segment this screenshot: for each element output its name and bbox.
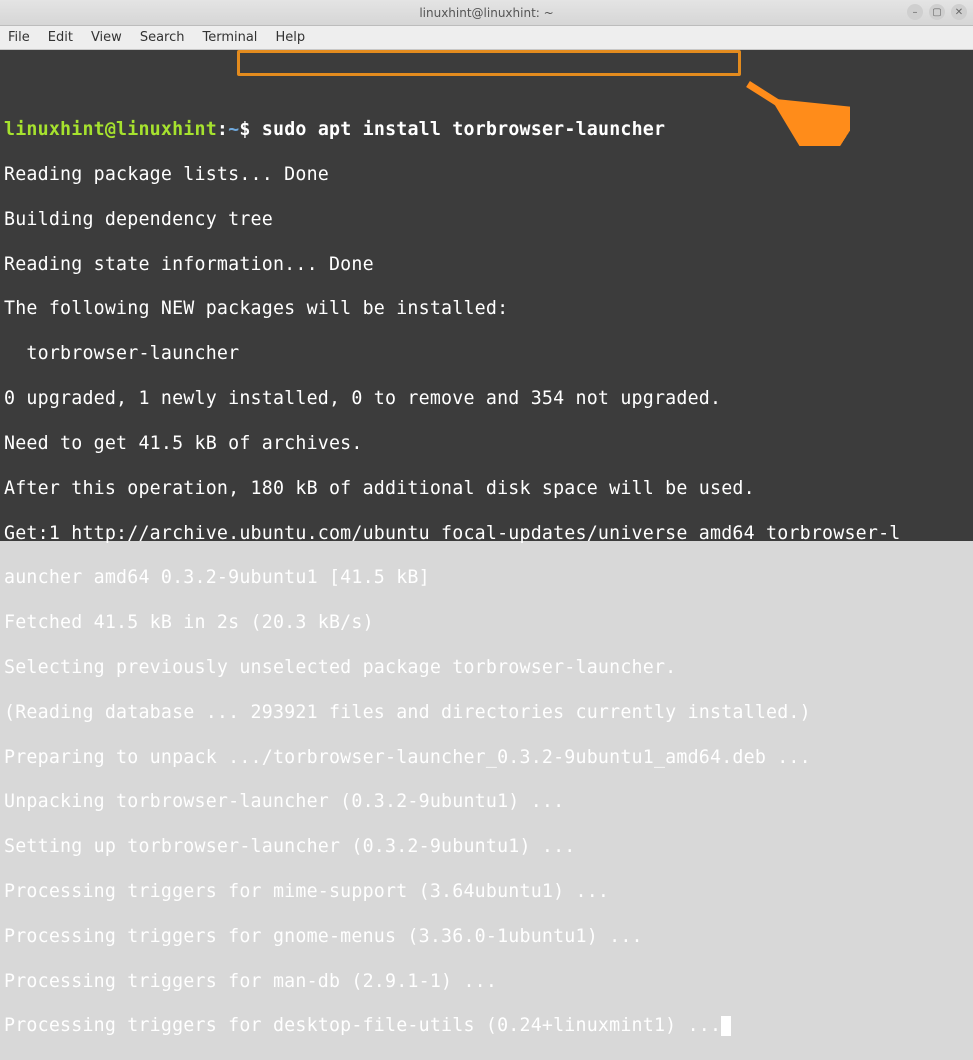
prompt-userhost: linuxhint@linuxhint (4, 119, 217, 140)
maximize-button[interactable]: ▢ (929, 4, 945, 20)
close-button[interactable]: ✕ (951, 4, 967, 20)
output-line: Processing triggers for gnome-menus (3.3… (4, 926, 969, 948)
output-line: (Reading database ... 293921 files and d… (4, 702, 969, 724)
menu-file[interactable]: File (8, 30, 30, 45)
output-line: Reading state information... Done (4, 254, 969, 276)
window-controls: – ▢ ✕ (907, 4, 967, 20)
output-line: Reading package lists... Done (4, 164, 969, 186)
output-line: Processing triggers for mime-support (3.… (4, 881, 969, 903)
output-line: After this operation, 180 kB of addition… (4, 478, 969, 500)
minimize-button[interactable]: – (907, 4, 923, 20)
output-line: Fetched 41.5 kB in 2s (20.3 kB/s) (4, 612, 969, 634)
output-text: Processing triggers for desktop-file-uti… (4, 1015, 721, 1036)
menu-edit[interactable]: Edit (48, 30, 73, 45)
menu-view[interactable]: View (91, 30, 122, 45)
menu-help[interactable]: Help (275, 30, 305, 45)
command-highlight-box (237, 50, 741, 76)
menu-terminal[interactable]: Terminal (202, 30, 257, 45)
output-line: The following NEW packages will be insta… (4, 298, 969, 320)
menu-search[interactable]: Search (140, 30, 185, 45)
output-line: Get:1 http://archive.ubuntu.com/ubuntu f… (4, 523, 969, 545)
output-line: Processing triggers for desktop-file-uti… (4, 1015, 969, 1037)
output-line: auncher amd64 0.3.2-9ubuntu1 [41.5 kB] (4, 567, 969, 589)
entered-command: sudo apt install torbrowser-launcher (262, 119, 665, 140)
menubar: File Edit View Search Terminal Help (0, 26, 973, 50)
window-title: linuxhint@linuxhint: ~ (419, 6, 553, 20)
prompt-line: linuxhint@linuxhint:~$ sudo apt install … (4, 119, 969, 141)
prompt-sep: : (217, 119, 228, 140)
terminal-output[interactable]: linuxhint@linuxhint:~$ sudo apt install … (0, 50, 973, 541)
prompt-path: ~ (228, 119, 239, 140)
prompt-sigil: $ (239, 119, 250, 140)
output-line: Selecting previously unselected package … (4, 657, 969, 679)
output-line: Need to get 41.5 kB of archives. (4, 433, 969, 455)
output-line: Processing triggers for man-db (2.9.1-1)… (4, 971, 969, 993)
output-line: Building dependency tree (4, 209, 969, 231)
output-line: Unpacking torbrowser-launcher (0.3.2-9ub… (4, 791, 969, 813)
terminal-cursor (721, 1016, 731, 1036)
window-titlebar: linuxhint@linuxhint: ~ – ▢ ✕ (0, 0, 973, 26)
output-line: torbrowser-launcher (4, 343, 969, 365)
output-line: Preparing to unpack .../torbrowser-launc… (4, 747, 969, 769)
output-line: Setting up torbrowser-launcher (0.3.2-9u… (4, 836, 969, 858)
output-line: 0 upgraded, 1 newly installed, 0 to remo… (4, 388, 969, 410)
